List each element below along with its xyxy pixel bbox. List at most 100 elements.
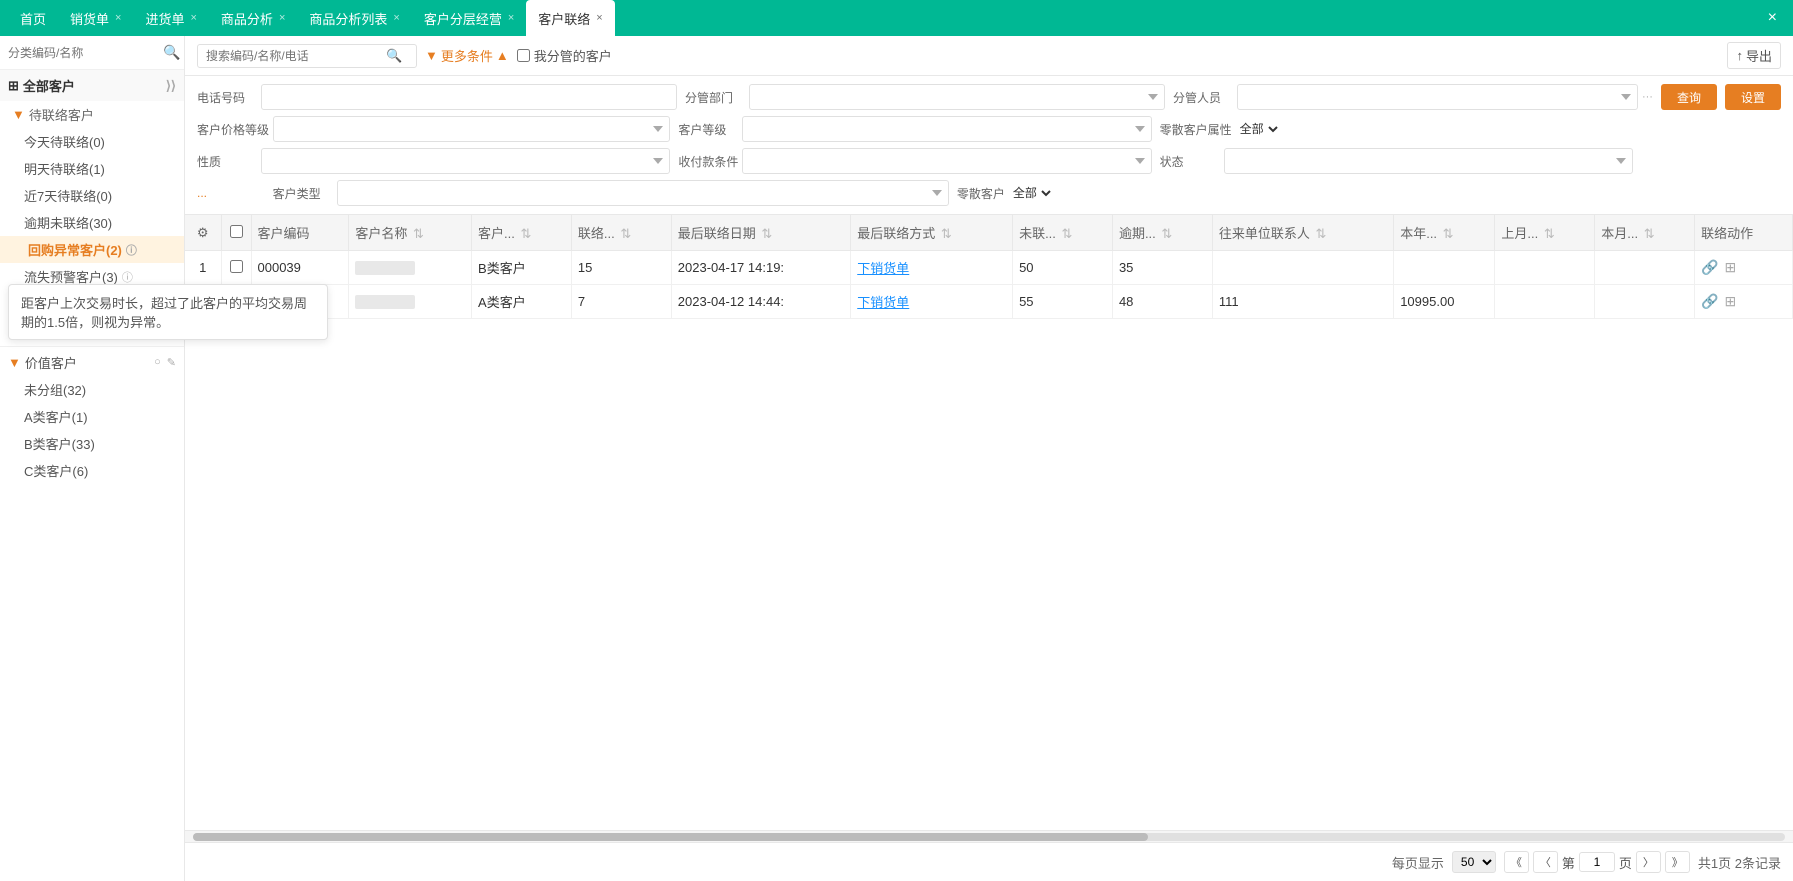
- sort-unit-icon[interactable]: ⇅: [1315, 226, 1326, 241]
- nav-customer-contact[interactable]: 客户联络 ×: [526, 0, 614, 36]
- close-customer-segment-icon[interactable]: ×: [508, 12, 514, 24]
- sort-this-month-icon[interactable]: ⇅: [1644, 226, 1655, 241]
- close-product-analysis-icon[interactable]: ×: [279, 12, 285, 24]
- window-close-button[interactable]: ×: [1760, 9, 1785, 27]
- th-last-contact-method: 最后联络方式 ⇅: [851, 215, 1013, 251]
- row-this-month: [1595, 251, 1695, 285]
- main-search-input[interactable]: [206, 49, 386, 63]
- customer-level-select[interactable]: [742, 116, 1151, 142]
- sidebar-b-customers[interactable]: B类客户(33): [0, 430, 184, 457]
- customer-type-select[interactable]: [337, 180, 949, 206]
- row-checkbox-cell[interactable]: [221, 251, 251, 285]
- manager-select[interactable]: [1237, 84, 1638, 110]
- current-page-input[interactable]: [1579, 852, 1615, 872]
- page-suffix: 页: [1619, 853, 1632, 872]
- dept-select[interactable]: [749, 84, 1165, 110]
- grid-action-icon[interactable]: ⊞: [1725, 259, 1737, 276]
- sort-date-icon[interactable]: ⇅: [761, 226, 772, 241]
- export-button[interactable]: ↑ 导出: [1727, 42, 1781, 69]
- sidebar-all-customers-header[interactable]: ⊞ 全部客户 ⟩⟩: [0, 70, 184, 101]
- retail-customer-select[interactable]: 全部: [1009, 185, 1054, 201]
- manager-more-icon[interactable]: ···: [1642, 91, 1653, 103]
- my-customers-checkbox[interactable]: [517, 49, 530, 62]
- gender-select[interactable]: [261, 148, 670, 174]
- row-customer-name: [349, 285, 472, 319]
- sort-last-month-icon[interactable]: ⇅: [1544, 226, 1555, 241]
- sidebar-search-icon[interactable]: 🔍: [163, 44, 180, 61]
- nav-sales-order[interactable]: 销货单 ×: [58, 0, 133, 36]
- row-checkbox[interactable]: [230, 260, 243, 273]
- filter-phone: 电话号码: [197, 84, 677, 110]
- more-conditions-button[interactable]: ▼ 更多条件 ▲: [425, 46, 509, 65]
- th-customer-name: 客户名称 ⇅: [349, 215, 472, 251]
- retail-attr-select[interactable]: 全部: [1236, 121, 1281, 137]
- sort-customer-name-icon[interactable]: ⇅: [413, 226, 424, 241]
- last-page-button[interactable]: 》: [1665, 851, 1690, 873]
- filter-payment-term: 收付款条件: [678, 148, 1151, 174]
- row-actions: 🔗 ⊞: [1695, 285, 1793, 319]
- th-contact-count: 联络... ⇅: [571, 215, 671, 251]
- filter-more-icon[interactable]: ...: [197, 186, 207, 200]
- nav-purchase-order[interactable]: 进货单 ×: [133, 0, 208, 36]
- th-checkbox[interactable]: [221, 215, 251, 251]
- th-customer-type: 客户... ⇅: [472, 215, 572, 251]
- settings-button[interactable]: 设置: [1725, 84, 1781, 110]
- edit-icon[interactable]: ○: [154, 356, 161, 369]
- sidebar-pending-contact-group[interactable]: ▼ 待联络客户: [0, 101, 184, 128]
- sidebar-search-input[interactable]: [8, 46, 163, 60]
- link-action-icon[interactable]: 🔗: [1701, 259, 1718, 276]
- payment-term-select[interactable]: [742, 148, 1151, 174]
- sidebar-overdue-contact[interactable]: 逾期未联络(30): [0, 209, 184, 236]
- customer-level-label: 客户等级: [678, 121, 738, 138]
- scrollbar-thumb[interactable]: [193, 833, 1148, 841]
- phone-input[interactable]: [261, 84, 677, 110]
- nav-customer-segment[interactable]: 客户分层经营 ×: [412, 0, 526, 36]
- nav-home[interactable]: 首页: [8, 0, 58, 36]
- grid-icon: ⊞: [8, 78, 19, 94]
- sidebar-ungrouped[interactable]: 未分组(32): [0, 376, 184, 403]
- sort-method-icon[interactable]: ⇅: [941, 226, 952, 241]
- contact-method-link[interactable]: 下销货单: [857, 295, 909, 310]
- sort-contact-icon[interactable]: ⇅: [620, 226, 631, 241]
- close-purchase-order-icon[interactable]: ×: [190, 12, 196, 24]
- table-row: 1 000039 B类客户 15 2023-04-17 14:19: 下销货单 …: [185, 251, 1793, 285]
- link-action-icon[interactable]: 🔗: [1701, 293, 1718, 310]
- sort-year-icon[interactable]: ⇅: [1443, 226, 1454, 241]
- close-product-analysis-list-icon[interactable]: ×: [393, 12, 399, 24]
- row-customer-name: [349, 251, 472, 285]
- sort-type-icon[interactable]: ⇅: [521, 226, 532, 241]
- next-page-button[interactable]: 〉: [1636, 851, 1661, 873]
- prev-page-button[interactable]: 〈: [1533, 851, 1558, 873]
- sidebar-c-customers[interactable]: C类客户(6): [0, 457, 184, 484]
- sidebar-today-pending[interactable]: 今天待联络(0): [0, 128, 184, 155]
- per-page-select[interactable]: 50: [1452, 851, 1496, 873]
- sort-overdue-icon[interactable]: ⇅: [1161, 226, 1172, 241]
- sidebar-repeat-purchase-abnormal[interactable]: 回购异常客户(2) ⓘ: [0, 236, 184, 263]
- query-button[interactable]: 查询: [1661, 84, 1717, 110]
- close-customer-contact-icon[interactable]: ×: [596, 12, 602, 24]
- sidebar-7days-pending[interactable]: 近7天待联络(0): [0, 182, 184, 209]
- sidebar-collapse-icon[interactable]: ⟩⟩: [166, 78, 176, 94]
- grid-action-icon[interactable]: ⊞: [1725, 293, 1737, 310]
- nav-product-analysis[interactable]: 商品分析 ×: [209, 0, 297, 36]
- nav-product-analysis-list[interactable]: 商品分析列表 ×: [297, 0, 411, 36]
- retail-attr-label: 零散客户属性: [1160, 121, 1232, 138]
- table-header-row: ⚙ 客户编码 客户名称 ⇅ 客户... ⇅: [185, 215, 1793, 251]
- first-page-button[interactable]: 《: [1504, 851, 1529, 873]
- settings-icon-sidebar[interactable]: ✎: [167, 356, 176, 369]
- sidebar-value-customers-group[interactable]: ▼ 价值客户 ○ ✎: [0, 349, 184, 376]
- sidebar-a-customers[interactable]: A类客户(1): [0, 403, 184, 430]
- top-nav: 首页 销货单 × 进货单 × 商品分析 × 商品分析列表 × 客户分层经营 × …: [0, 0, 1793, 36]
- status-select[interactable]: [1224, 148, 1633, 174]
- main-search-icon[interactable]: 🔍: [386, 48, 402, 64]
- sort-uncontacted-icon[interactable]: ⇅: [1062, 226, 1073, 241]
- close-sales-order-icon[interactable]: ×: [115, 12, 121, 24]
- page-label: 第: [1562, 853, 1575, 872]
- select-all-checkbox[interactable]: [230, 225, 243, 238]
- filter-customer-type: 客户类型: [273, 180, 949, 206]
- price-level-select[interactable]: [273, 116, 670, 142]
- sidebar-tomorrow-pending[interactable]: 明天待联络(1): [0, 155, 184, 182]
- th-settings[interactable]: ⚙: [185, 215, 221, 251]
- contact-method-link[interactable]: 下销货单: [857, 261, 909, 276]
- horizontal-scrollbar[interactable]: [185, 830, 1793, 842]
